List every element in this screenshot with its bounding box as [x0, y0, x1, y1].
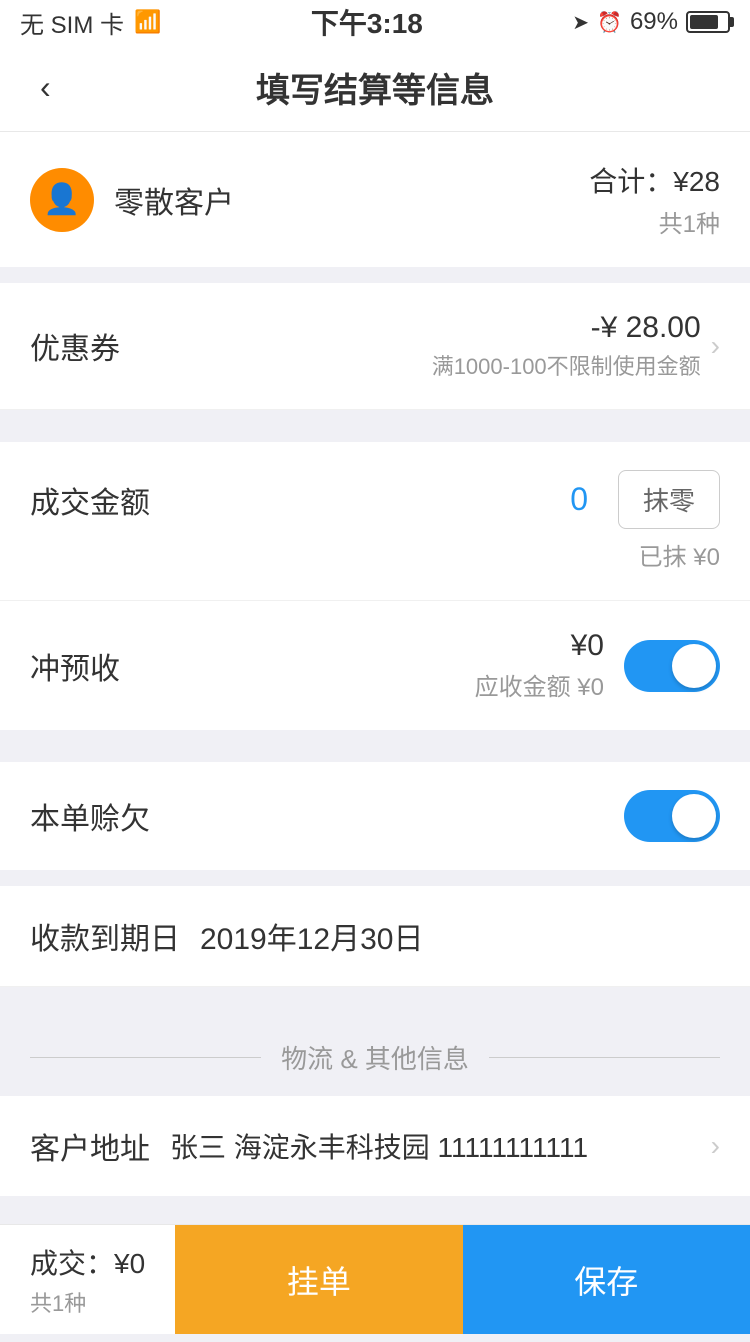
coupon-row[interactable]: 优惠券 -¥ 28.00 满1000-100不限制使用金额 › — [0, 283, 750, 410]
back-button[interactable]: ‹ — [30, 59, 61, 116]
status-time: 下午3:18 — [311, 2, 423, 42]
logistics-label: 物流 & 其他信息 — [281, 1039, 469, 1076]
already-rounded: 已抹 ¥0 — [30, 537, 720, 572]
prepay-row: 冲预收 ¥0 应收金额 ¥0 — [0, 601, 750, 730]
prepay-info: ¥0 应收金额 ¥0 — [475, 629, 604, 702]
prepay-row-inner: 冲预收 ¥0 应收金额 ¥0 — [30, 629, 720, 702]
coupon-amount: -¥ 28.00 — [432, 311, 701, 345]
address-section[interactable]: 客户地址 张三 海淀永丰科技园 11111111111 › — [0, 1096, 750, 1196]
save-button[interactable]: 保存 — [463, 1225, 750, 1334]
logistics-divider: 物流 & 其他信息 — [0, 1019, 750, 1096]
debit-toggle[interactable] — [624, 790, 720, 842]
prepay-amount: ¥0 — [475, 629, 604, 663]
debit-label: 本单赊欠 — [30, 794, 150, 838]
coupon-label: 优惠券 — [30, 324, 120, 368]
divider-line-right — [489, 1057, 720, 1058]
debit-toggle-knob — [672, 794, 716, 838]
round-button[interactable]: 抹零 — [618, 470, 720, 529]
avatar: 👤 — [30, 168, 94, 232]
address-label: 客户地址 — [30, 1124, 150, 1168]
prepay-toggle[interactable] — [624, 640, 720, 692]
prepay-label: 冲预收 — [30, 644, 120, 688]
status-bar: 无 SIM 卡 📶 下午3:18 ➤ ⏰ 69% — [0, 0, 750, 44]
prepay-sub: 应收金额 ¥0 — [475, 667, 604, 702]
status-right: ➤ ⏰ 69% — [572, 8, 730, 36]
bottom-summary: 成交：¥0 共1种 — [0, 1242, 175, 1318]
nav-bar: ‹ 填写结算等信息 — [0, 44, 750, 132]
chevron-right-icon: › — [711, 330, 720, 362]
coupon-section[interactable]: 优惠券 -¥ 28.00 满1000-100不限制使用金额 › — [0, 283, 750, 410]
hold-button[interactable]: 挂单 — [175, 1225, 462, 1334]
bottom-deal-label: 成交： — [30, 1248, 114, 1279]
wifi-icon: 📶 — [134, 9, 161, 35]
transaction-section: 成交金额 0 抹零 已抹 ¥0 冲预收 ¥0 应收金额 ¥0 — [0, 442, 750, 730]
due-date-row: 收款到期日 2019年12月30日 — [30, 914, 720, 958]
transaction-row-main: 成交金额 0 抹零 — [30, 470, 720, 529]
separator-3 — [0, 1003, 750, 1019]
content: 👤 零散客户 合计：¥28 共1种 优惠券 -¥ 28.00 满1000-100… — [0, 132, 750, 1342]
coupon-desc: 满1000-100不限制使用金额 — [432, 349, 701, 381]
sim-status: 无 SIM 卡 — [20, 5, 124, 40]
total-amount: 合计：¥28 — [589, 160, 720, 200]
total-count: 共1种 — [589, 204, 720, 239]
due-date-value: 2019年12月30日 — [200, 914, 423, 958]
address-value: 张三 海淀永丰科技园 11111111111 — [170, 1126, 711, 1166]
location-icon: ➤ — [572, 10, 589, 35]
bottom-count: 共1种 — [30, 1286, 145, 1318]
toggle-knob — [672, 644, 716, 688]
bottom-bar: 成交：¥0 共1种 挂单 保存 — [0, 1224, 750, 1334]
prepay-right: ¥0 应收金额 ¥0 — [475, 629, 720, 702]
customer-right: 合计：¥28 共1种 — [589, 160, 720, 239]
bottom-deal-row: 成交：¥0 — [30, 1242, 145, 1282]
customer-row: 👤 零散客户 合计：¥28 共1种 — [0, 132, 750, 267]
avatar-icon: 👤 — [43, 182, 80, 217]
battery-pct: 69% — [630, 8, 678, 36]
coupon-right: -¥ 28.00 满1000-100不限制使用金额 › — [432, 311, 720, 381]
customer-name: 零散客户 — [114, 178, 234, 222]
transaction-value[interactable]: 0 — [570, 481, 588, 518]
divider-line-left — [30, 1057, 261, 1058]
due-date-label: 收款到期日 — [30, 914, 180, 958]
page-title: 填写结算等信息 — [256, 63, 494, 112]
transaction-label: 成交金额 — [30, 478, 150, 522]
status-left: 无 SIM 卡 📶 — [20, 5, 161, 40]
bottom-actions: 挂单 保存 — [175, 1225, 750, 1334]
coupon-info: -¥ 28.00 满1000-100不限制使用金额 — [432, 311, 701, 381]
customer-left: 👤 零散客户 — [30, 168, 234, 232]
alarm-icon: ⏰ — [597, 10, 622, 35]
debit-section: 本单赊欠 — [0, 762, 750, 870]
due-date-section: 收款到期日 2019年12月30日 — [0, 886, 750, 987]
separator-1 — [0, 426, 750, 442]
transaction-amount-row: 成交金额 0 抹零 已抹 ¥0 — [0, 442, 750, 601]
separator-2 — [0, 746, 750, 762]
address-chevron-icon: › — [711, 1130, 720, 1162]
battery-icon — [686, 11, 730, 33]
transaction-right: 0 抹零 — [570, 470, 720, 529]
bottom-deal-amount: ¥0 — [114, 1248, 145, 1279]
